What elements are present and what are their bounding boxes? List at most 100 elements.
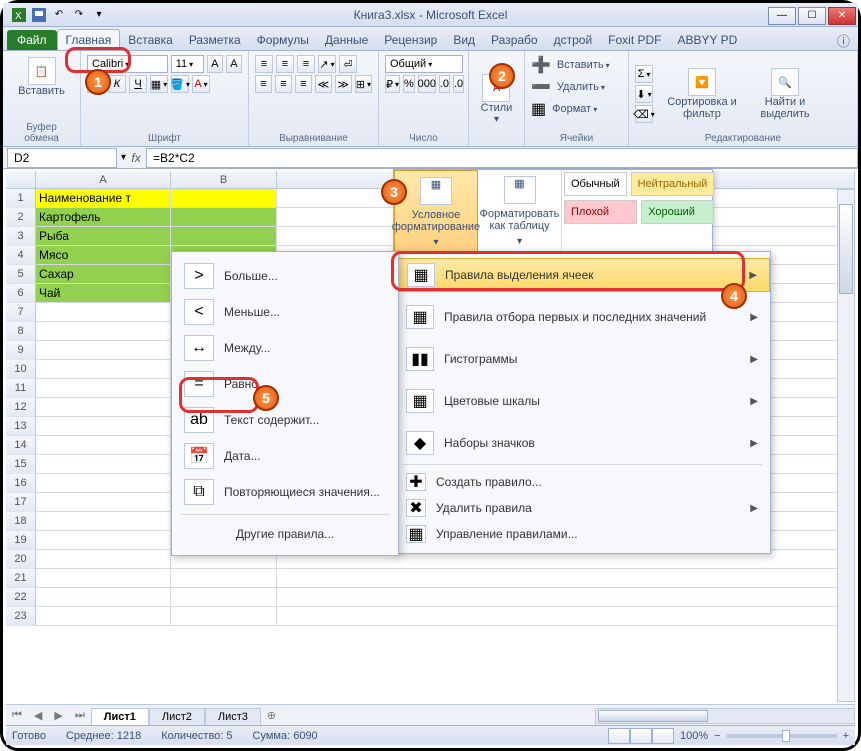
less-than-item[interactable]: <Меньше...: [172, 294, 398, 330]
fill-color-button[interactable]: 🪣: [171, 75, 189, 93]
font-family-select[interactable]: Calibri: [87, 55, 168, 73]
delete-cells-button[interactable]: Удалить: [557, 81, 605, 93]
cell[interactable]: Наименование т: [36, 189, 171, 208]
format-cells-button[interactable]: Формат: [552, 103, 597, 115]
cell[interactable]: [36, 360, 171, 379]
font-size-select[interactable]: 11: [171, 55, 204, 73]
sheet-nav-first[interactable]: ⏮: [6, 709, 28, 722]
tab-home[interactable]: Главная: [57, 29, 121, 50]
icon-sets-item[interactable]: ◆ Наборы значков ▶: [394, 426, 770, 460]
sort-filter-button[interactable]: 🔽Сортировка и фильтр: [663, 66, 741, 122]
row-header[interactable]: 2: [6, 208, 36, 227]
close-button[interactable]: ✕: [828, 7, 856, 25]
wrap-text-button[interactable]: ⏎: [339, 55, 357, 73]
cell[interactable]: [36, 493, 171, 512]
cell[interactable]: Картофель: [36, 208, 171, 227]
row-header[interactable]: 16: [6, 474, 36, 493]
find-select-button[interactable]: 🔍Найти и выделить: [751, 66, 819, 122]
sheet-tab-1[interactable]: Лист1: [91, 708, 149, 725]
maximize-button[interactable]: ☐: [798, 7, 826, 25]
tab-abbyy[interactable]: ABBYY PD: [670, 30, 746, 50]
cell[interactable]: [36, 436, 171, 455]
grow-font-button[interactable]: A: [207, 55, 223, 73]
row-header[interactable]: 10: [6, 360, 36, 379]
cell[interactable]: Чай: [36, 284, 171, 303]
row-header[interactable]: 19: [6, 531, 36, 550]
underline-button[interactable]: Ч: [129, 75, 147, 93]
align-right-button[interactable]: ≡: [295, 75, 312, 93]
name-box[interactable]: D2: [7, 148, 117, 168]
cell[interactable]: Мясо: [36, 246, 171, 265]
row-header[interactable]: 15: [6, 455, 36, 474]
cell[interactable]: Сахар: [36, 265, 171, 284]
row-header[interactable]: 3: [6, 227, 36, 246]
vertical-scrollbar[interactable]: [837, 189, 855, 702]
file-tab[interactable]: Файл: [7, 30, 57, 50]
tab-developer[interactable]: Разрабо: [483, 30, 546, 50]
style-bad[interactable]: Плохой: [564, 200, 637, 224]
autosum-button[interactable]: Σ: [635, 65, 653, 83]
h-scroll-thumb[interactable]: [598, 710, 708, 722]
styles-button[interactable]: A Стили ▾: [477, 72, 517, 127]
align-left-button[interactable]: ≡: [255, 75, 272, 93]
fill-button[interactable]: ⬇: [635, 85, 653, 103]
top-bottom-rules-item[interactable]: ▦ Правила отбора первых и последних знач…: [394, 300, 770, 334]
zoom-slider[interactable]: [727, 734, 837, 738]
color-scales-item[interactable]: ▦ Цветовые шкалы ▶: [394, 384, 770, 418]
merge-button[interactable]: ⊞: [355, 75, 372, 93]
row-header[interactable]: 22: [6, 588, 36, 607]
tab-review[interactable]: Рецензир: [376, 30, 445, 50]
conditional-formatting-button[interactable]: ▦ Условное форматирование▾: [394, 170, 478, 255]
tab-addin[interactable]: дстрой: [546, 30, 601, 50]
zoom-out-button[interactable]: −: [714, 730, 720, 742]
sheet-nav-last[interactable]: ⏭: [69, 709, 91, 722]
between-item[interactable]: ↔Между...: [172, 330, 398, 366]
row-header[interactable]: 9: [6, 341, 36, 360]
bold-button[interactable]: Ж: [87, 75, 105, 93]
sheet-nav-prev[interactable]: ◀: [28, 709, 48, 722]
page-break-view-button[interactable]: [652, 728, 674, 744]
indent-increase-button[interactable]: ≫: [335, 75, 352, 93]
cell[interactable]: [36, 588, 171, 607]
cell[interactable]: [171, 227, 277, 246]
increase-decimal-button[interactable]: .0: [439, 75, 450, 93]
format-cells-icon[interactable]: ▦: [531, 99, 546, 119]
row-header[interactable]: 12: [6, 398, 36, 417]
cell[interactable]: [171, 607, 277, 626]
formula-input[interactable]: =B2*C2: [146, 148, 858, 168]
cell[interactable]: [171, 569, 277, 588]
row-header[interactable]: 5: [6, 265, 36, 284]
row-header[interactable]: 17: [6, 493, 36, 512]
cell[interactable]: [36, 569, 171, 588]
sheet-tab-2[interactable]: Лист2: [149, 708, 205, 725]
delete-cells-icon[interactable]: ➖: [531, 77, 551, 97]
tab-formulas[interactable]: Формулы: [249, 30, 317, 50]
tab-layout[interactable]: Разметка: [181, 30, 249, 50]
row-header[interactable]: 18: [6, 512, 36, 531]
indent-decrease-button[interactable]: ≪: [315, 75, 332, 93]
borders-button[interactable]: ▦: [150, 75, 168, 93]
normal-view-button[interactable]: [608, 728, 630, 744]
cell[interactable]: [171, 588, 277, 607]
shrink-font-button[interactable]: A: [226, 55, 242, 73]
row-header[interactable]: 13: [6, 417, 36, 436]
cell[interactable]: [36, 379, 171, 398]
cell[interactable]: [277, 569, 855, 588]
format-as-table-button[interactable]: ▦ Форматировать как таблицу▾: [478, 170, 562, 255]
decrease-decimal-button[interactable]: .0: [453, 75, 464, 93]
greater-than-item[interactable]: >Больше...: [172, 258, 398, 294]
equal-to-item[interactable]: =Равно...: [172, 366, 398, 402]
style-good[interactable]: Хороший: [641, 200, 714, 224]
help-icon[interactable]: ⓘ: [837, 31, 850, 50]
cell[interactable]: [36, 455, 171, 474]
sheet-tab-3[interactable]: Лист3: [205, 708, 261, 725]
cell[interactable]: [36, 607, 171, 626]
number-format-select[interactable]: Общий: [385, 55, 463, 73]
data-bars-item[interactable]: ▮▮ Гистограммы ▶: [394, 342, 770, 376]
tab-view[interactable]: Вид: [445, 30, 483, 50]
align-top-button[interactable]: ≡: [255, 55, 273, 73]
cell[interactable]: [36, 341, 171, 360]
highlight-cells-rules-item[interactable]: ▦ Правила выделения ячеек ▶: [394, 258, 770, 292]
cell[interactable]: [277, 588, 855, 607]
new-rule-item[interactable]: ✚ Создать правило...: [394, 469, 770, 495]
